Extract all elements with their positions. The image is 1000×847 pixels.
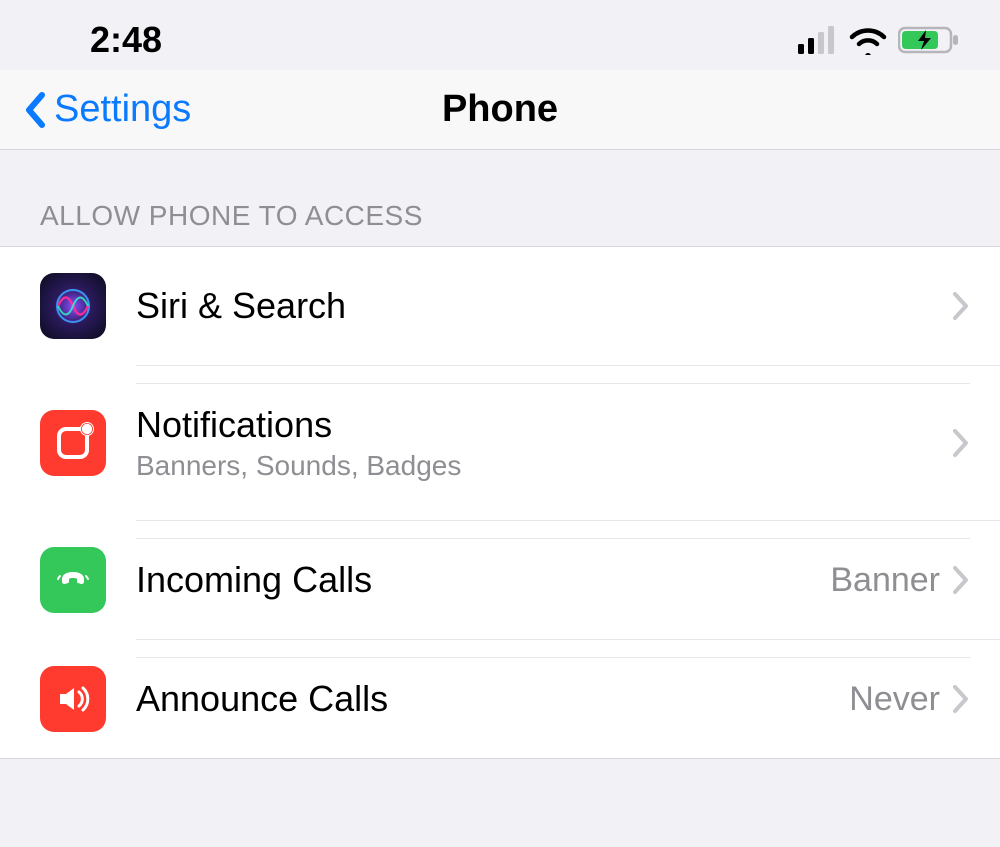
row-label: Incoming Calls <box>136 559 830 601</box>
row-label: Notifications <box>136 404 952 446</box>
status-bar: 2:48 <box>0 0 1000 70</box>
status-time: 2:48 <box>90 19 162 61</box>
chevron-right-icon <box>952 684 970 714</box>
cellular-icon <box>798 26 838 54</box>
chevron-right-icon <box>952 428 970 458</box>
chevron-right-icon <box>952 291 970 321</box>
siri-icon <box>40 273 106 339</box>
row-value: Never <box>849 680 940 719</box>
status-icons <box>798 25 960 55</box>
row-sublabel: Banners, Sounds, Badges <box>136 450 952 482</box>
nav-bar: Settings Phone <box>0 70 1000 150</box>
row-siri-search[interactable]: Siri & Search <box>0 247 1000 365</box>
speaker-icon <box>40 666 106 732</box>
row-announce-calls[interactable]: Announce Calls Never <box>0 639 1000 758</box>
back-label: Settings <box>54 88 191 131</box>
chevron-right-icon <box>952 565 970 595</box>
phone-icon <box>40 547 106 613</box>
row-value: Banner <box>830 561 940 600</box>
battery-icon <box>898 25 960 55</box>
row-notifications[interactable]: Notifications Banners, Sounds, Badges <box>0 365 1000 520</box>
row-incoming-calls[interactable]: Incoming Calls Banner <box>0 520 1000 639</box>
page-title: Phone <box>442 88 558 131</box>
wifi-icon <box>848 25 888 55</box>
chevron-left-icon <box>24 92 46 128</box>
notifications-icon <box>40 410 106 476</box>
section-header-allow-access: ALLOW PHONE TO ACCESS <box>0 150 1000 246</box>
settings-list: Siri & Search Notifications Banners, Sou… <box>0 246 1000 759</box>
back-button[interactable]: Settings <box>24 88 191 131</box>
row-label: Siri & Search <box>136 285 952 327</box>
row-label: Announce Calls <box>136 678 849 720</box>
